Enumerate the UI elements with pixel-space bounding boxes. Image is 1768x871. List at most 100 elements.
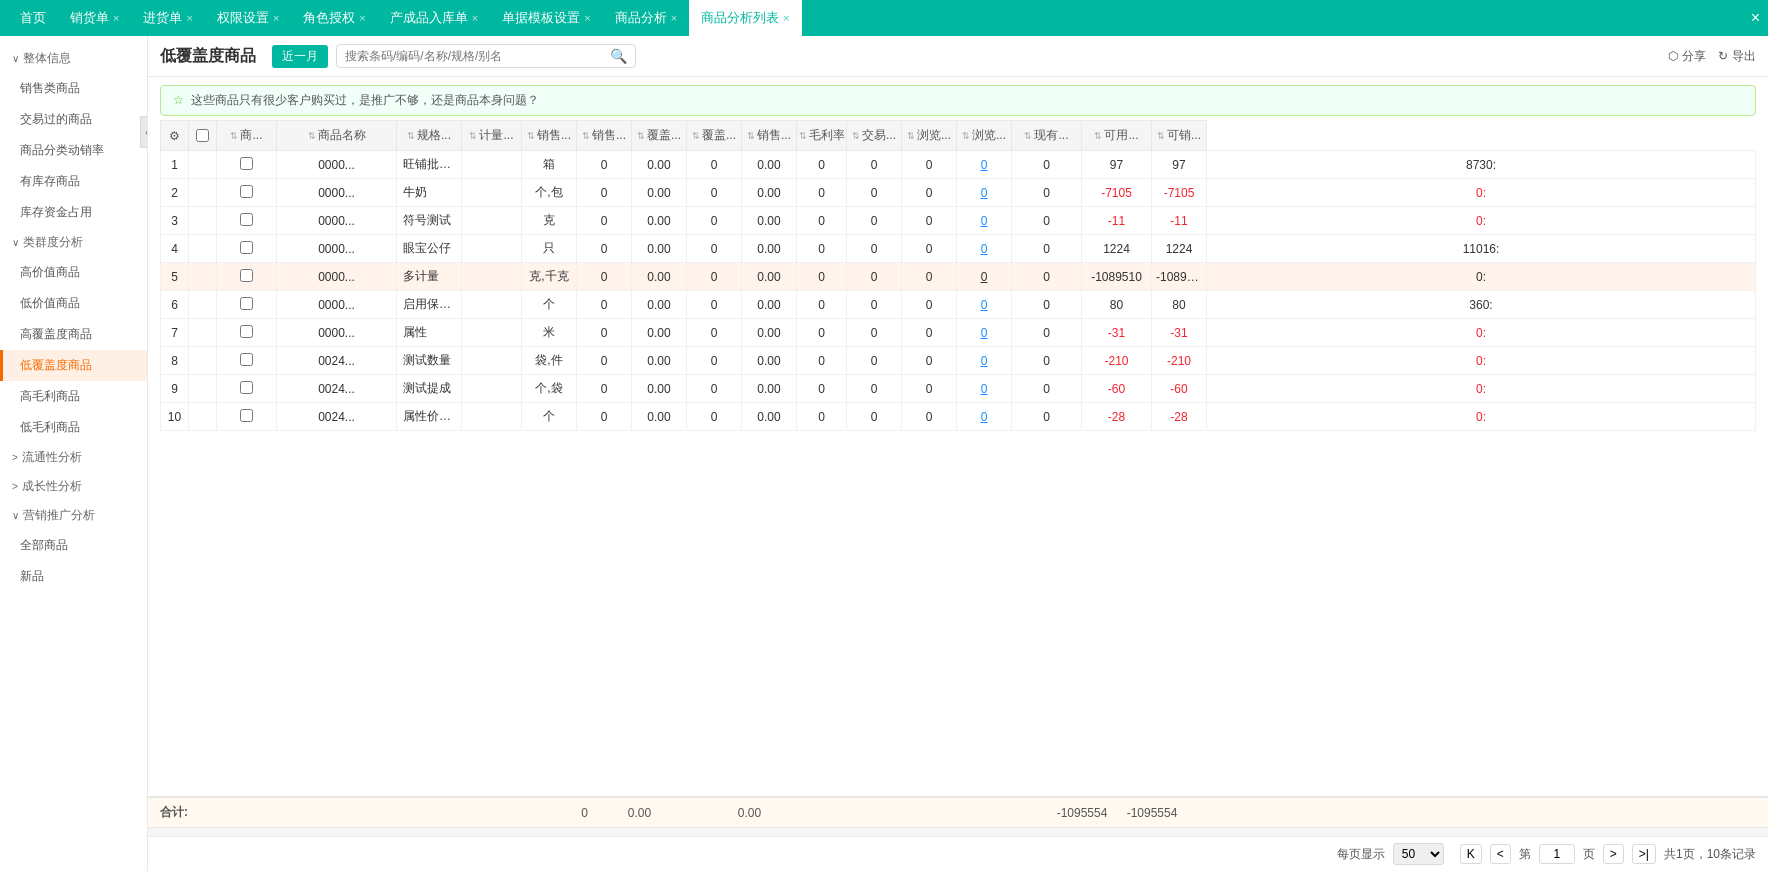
- row-checkbox[interactable]: [217, 207, 277, 235]
- search-icon[interactable]: 🔍: [610, 48, 627, 64]
- nav-permission-settings[interactable]: 权限设置 ×: [205, 0, 291, 36]
- sidebar-section-flow[interactable]: > 流通性分析: [0, 443, 147, 472]
- row-checkbox[interactable]: [217, 375, 277, 403]
- row-browse1[interactable]: 0: [957, 263, 1012, 291]
- row-sales-qty: 0: [577, 319, 632, 347]
- nav-product-analysis[interactable]: 商品分析 ×: [603, 0, 689, 36]
- nav-close-icon[interactable]: ×: [273, 12, 279, 24]
- row-checkbox[interactable]: [217, 403, 277, 431]
- nav-close-icon[interactable]: ×: [671, 12, 677, 24]
- nav-close-icon[interactable]: ×: [186, 12, 192, 24]
- table-row: 5 0000... 多计量 克,千克 0 0.00 0 0.00 0 0 0 0…: [161, 263, 1756, 291]
- row-browse1[interactable]: 0: [957, 375, 1012, 403]
- sidebar-section-growth[interactable]: > 成长性分析: [0, 472, 147, 501]
- row-checkbox[interactable]: [217, 263, 277, 291]
- sidebar-section-marketing[interactable]: ∨ 营销推广分析: [0, 501, 147, 530]
- nav-role-auth[interactable]: 角色授权 ×: [291, 0, 377, 36]
- col-code[interactable]: ⇅商...: [217, 121, 277, 151]
- col-sellable[interactable]: ⇅可销...: [1152, 121, 1207, 151]
- row-checkbox[interactable]: [217, 179, 277, 207]
- row-sales-qty: 0: [577, 151, 632, 179]
- col-current-stock[interactable]: ⇅现有...: [1012, 121, 1082, 151]
- last-page-button[interactable]: >|: [1632, 844, 1656, 864]
- row-checkbox[interactable]: [217, 291, 277, 319]
- sidebar-item-low-profit[interactable]: 低毛利商品: [0, 412, 147, 443]
- row-checkbox[interactable]: [217, 319, 277, 347]
- page-number-input[interactable]: [1539, 844, 1575, 864]
- sidebar-item-stock-capital[interactable]: 库存资金占用: [0, 197, 147, 228]
- nav-close-icon[interactable]: ×: [584, 12, 590, 24]
- row-checkbox[interactable]: [217, 151, 277, 179]
- nav-close-icon[interactable]: ×: [359, 12, 365, 24]
- row-browse2: 0: [1012, 291, 1082, 319]
- sidebar-collapse-button[interactable]: «: [140, 116, 148, 148]
- date-filter-button[interactable]: 近一月: [272, 45, 328, 68]
- close-all-button[interactable]: ×: [1751, 9, 1760, 27]
- nav-close-icon[interactable]: ×: [472, 12, 478, 24]
- sidebar-item-category-rate[interactable]: 商品分类动销率: [0, 135, 147, 166]
- row-browse1[interactable]: 0: [957, 347, 1012, 375]
- sidebar-item-high-coverage[interactable]: 高覆盖度商品: [0, 319, 147, 350]
- row-browse1[interactable]: 0: [957, 291, 1012, 319]
- nav-home[interactable]: 首页: [8, 0, 58, 36]
- col-gear[interactable]: ⚙: [161, 121, 189, 151]
- sidebar-section-whole-info[interactable]: ∨ 整体信息: [0, 44, 147, 73]
- nav-sales-order[interactable]: 销货单 ×: [58, 0, 131, 36]
- col-sales-amt[interactable]: ⇅销售...: [577, 121, 632, 151]
- nav-product-analysis-list[interactable]: 商品分析列表 ×: [689, 0, 801, 36]
- page-size-select[interactable]: 50 20 100: [1393, 843, 1444, 865]
- next-page-button[interactable]: >: [1603, 844, 1624, 864]
- sidebar-item-low-value[interactable]: 低价值商品: [0, 288, 147, 319]
- row-browse1[interactable]: 0: [957, 235, 1012, 263]
- col-checkbox[interactable]: [189, 121, 217, 151]
- col-gross-rate[interactable]: ⇅毛利率: [797, 121, 847, 151]
- row-sellable: 0:: [1207, 319, 1756, 347]
- sidebar-item-stocked-goods[interactable]: 有库存商品: [0, 166, 147, 197]
- col-coverage1[interactable]: ⇅覆盖...: [632, 121, 687, 151]
- nav-purchase-order[interactable]: 进货单 ×: [131, 0, 204, 36]
- col-spec[interactable]: ⇅规格...: [397, 121, 462, 151]
- select-all-checkbox[interactable]: [196, 129, 209, 142]
- col-available-stock[interactable]: ⇅可用...: [1082, 121, 1152, 151]
- col-coverage2[interactable]: ⇅覆盖...: [687, 121, 742, 151]
- row-browse1[interactable]: 0: [957, 403, 1012, 431]
- share-icon: ⬡: [1668, 49, 1678, 63]
- row-sellable: 0:: [1207, 375, 1756, 403]
- sidebar-item-traded-goods[interactable]: 交易过的商品: [0, 104, 147, 135]
- row-checkbox[interactable]: [217, 235, 277, 263]
- sidebar-item-sales-goods[interactable]: 销售类商品: [0, 73, 147, 104]
- nav-close-icon[interactable]: ×: [783, 12, 789, 24]
- row-number: 10: [161, 403, 189, 431]
- sidebar-item-low-coverage[interactable]: 低覆盖度商品: [0, 350, 147, 381]
- row-browse1[interactable]: 0: [957, 207, 1012, 235]
- col-name[interactable]: ⇅商品名称: [277, 121, 397, 151]
- col-sales-rate[interactable]: ⇅销售...: [742, 121, 797, 151]
- nav-finished-goods[interactable]: 产成品入库单 ×: [378, 0, 490, 36]
- col-unit[interactable]: ⇅计量...: [462, 121, 522, 151]
- row-browse1[interactable]: 0: [957, 319, 1012, 347]
- sidebar-item-all-goods[interactable]: 全部商品: [0, 530, 147, 561]
- row-browse1[interactable]: 0: [957, 151, 1012, 179]
- row-browse1[interactable]: 0: [957, 179, 1012, 207]
- share-button[interactable]: ⬡ 分享: [1668, 48, 1706, 65]
- row-sales-qty: 0: [577, 347, 632, 375]
- sidebar-item-new-goods[interactable]: 新品: [0, 561, 147, 592]
- row-checkbox[interactable]: [217, 347, 277, 375]
- search-input[interactable]: [345, 49, 610, 63]
- sidebar-item-high-profit[interactable]: 高毛利商品: [0, 381, 147, 412]
- col-browse1[interactable]: ⇅浏览...: [902, 121, 957, 151]
- sidebar-item-high-value[interactable]: 高价值商品: [0, 257, 147, 288]
- col-browse2[interactable]: ⇅浏览...: [957, 121, 1012, 151]
- row-spec: [462, 347, 522, 375]
- col-transaction[interactable]: ⇅交易...: [847, 121, 902, 151]
- first-page-button[interactable]: K: [1460, 844, 1482, 864]
- row-code: 0000...: [277, 151, 397, 179]
- sidebar-section-coverage[interactable]: ∨ 类群度分析: [0, 228, 147, 257]
- nav-close-icon[interactable]: ×: [113, 12, 119, 24]
- col-sales-qty[interactable]: ⇅销售...: [522, 121, 577, 151]
- export-button[interactable]: ↻ 导出: [1718, 48, 1756, 65]
- search-box: 🔍: [336, 44, 636, 68]
- horizontal-scrollbar[interactable]: [148, 828, 1768, 836]
- prev-page-button[interactable]: <: [1490, 844, 1511, 864]
- nav-template-settings[interactable]: 单据模板设置 ×: [490, 0, 602, 36]
